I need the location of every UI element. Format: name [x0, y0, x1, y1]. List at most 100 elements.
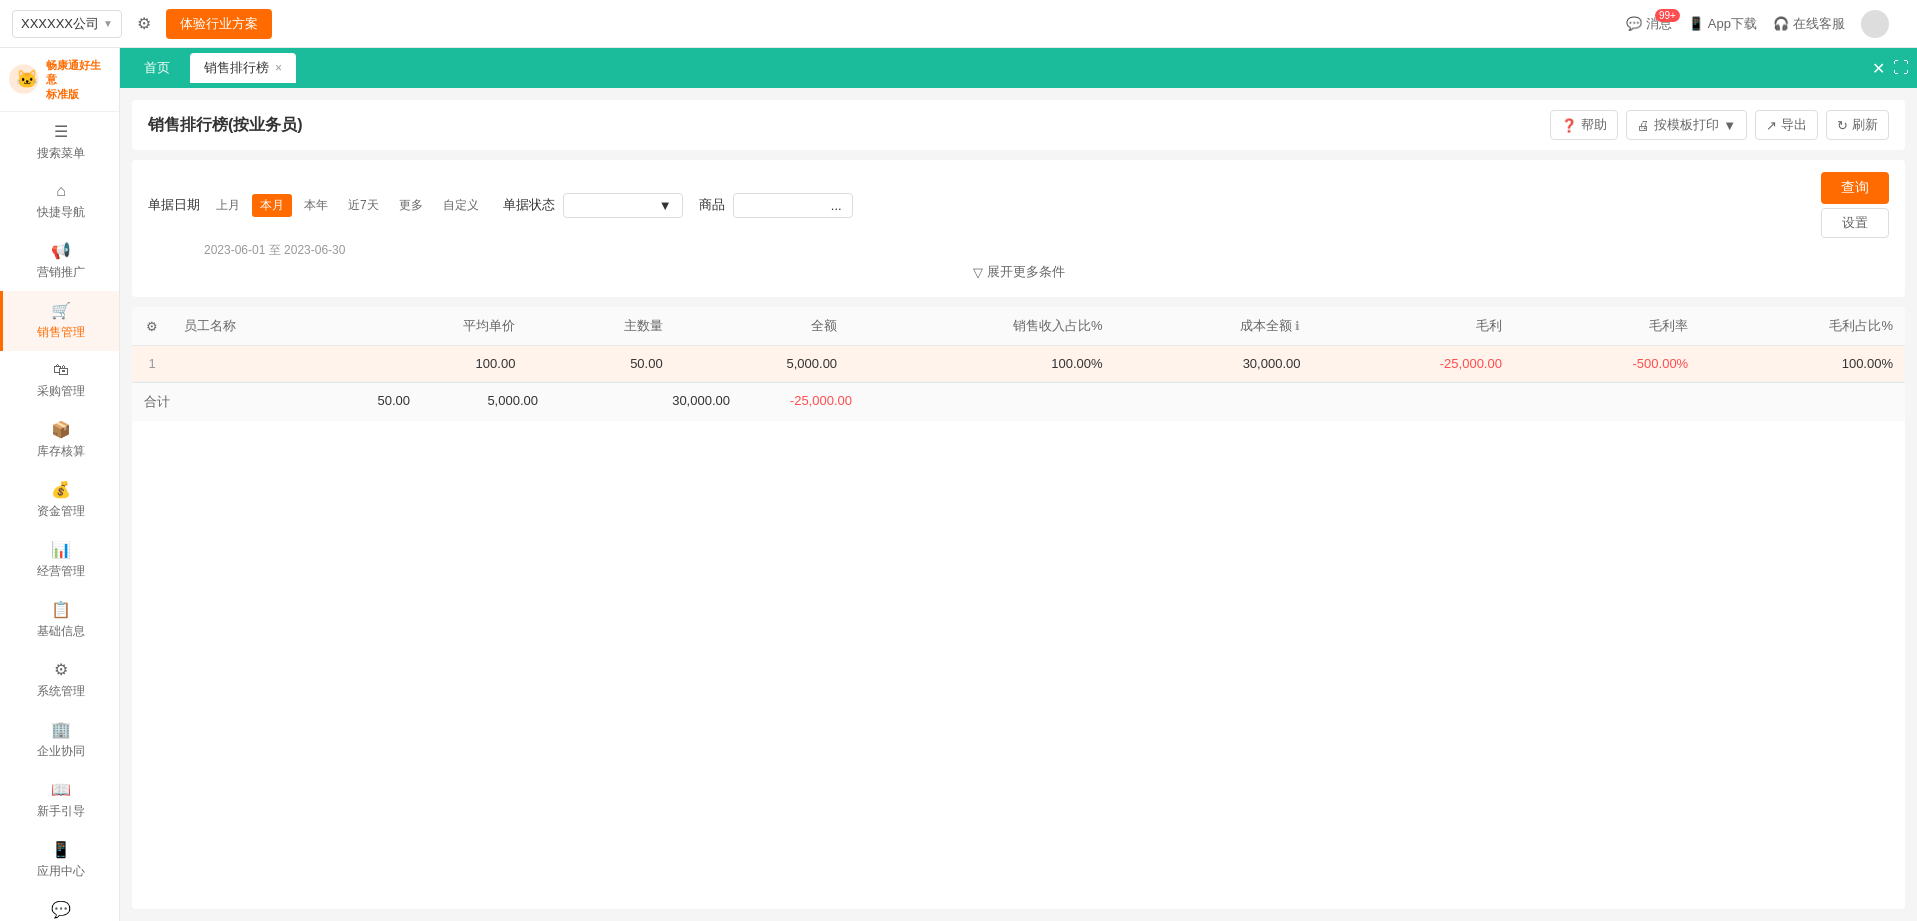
tab-bar: 首页 销售排行榜 × ✕ ⛶: [120, 48, 1917, 88]
sidebar-item-basic-info[interactable]: 📋 基础信息: [0, 590, 119, 650]
inventory-icon: 📦: [51, 420, 71, 439]
tab-close-icon[interactable]: ×: [275, 61, 282, 75]
guide-icon: 📖: [51, 780, 71, 799]
sidebar-item-quick-nav[interactable]: ⌂ 快捷导航: [0, 172, 119, 231]
date-tab-last-month[interactable]: 上月: [208, 194, 248, 217]
filter-actions: 查询 设置: [1821, 172, 1889, 238]
company-selector[interactable]: XXXXXX公司 ▼: [12, 10, 122, 38]
app-download-button[interactable]: 📱 App下载: [1688, 15, 1757, 33]
page-header: 销售排行榜(按业务员) ❓ 帮助 🖨 按模板打印 ▼ ↗ 导出: [132, 100, 1905, 150]
notification-button[interactable]: 💬 消息 99+: [1626, 15, 1672, 33]
trial-button[interactable]: 体验行业方案: [166, 9, 272, 39]
sidebar-item-inventory[interactable]: 📦 库存核算: [0, 410, 119, 470]
online-service-label: 在线客服: [1793, 15, 1845, 33]
tab-expand-icon[interactable]: ⛶: [1893, 59, 1909, 78]
enterprise-icon: 🏢: [51, 720, 71, 739]
cell-rank: 1: [132, 346, 172, 382]
help-label: 帮助: [1581, 116, 1607, 134]
col-cost: 成本全额 ℹ: [1115, 307, 1313, 346]
wechat-icon: 💬: [51, 900, 71, 919]
logo-icon: 🐱: [8, 63, 40, 95]
sidebar-item-app-center[interactable]: 📱 应用中心: [0, 830, 119, 890]
goods-select[interactable]: ...: [733, 193, 853, 218]
help-icon: ❓: [1561, 118, 1577, 133]
export-button[interactable]: ↗ 导出: [1755, 110, 1818, 140]
tab-close-window-icon[interactable]: ✕: [1872, 59, 1885, 78]
sidebar-item-guide[interactable]: 📖 新手引导: [0, 770, 119, 830]
cell-gross-ratio: 100.00%: [1700, 346, 1905, 382]
date-tab-7days[interactable]: 近7天: [340, 194, 387, 217]
sidebar-item-system[interactable]: ⚙ 系统管理: [0, 650, 119, 710]
goods-select-more: ...: [831, 198, 842, 213]
operations-icon: 📊: [51, 540, 71, 559]
footer-gross-profit: -25,000.00: [772, 393, 852, 411]
content-area: 首页 销售排行榜 × ✕ ⛶ 销售排行榜(按业务员) ❓ 帮助: [120, 48, 1917, 921]
date-tab-custom[interactable]: 自定义: [435, 194, 487, 217]
template-print-button[interactable]: 🖨 按模板打印 ▼: [1626, 110, 1747, 140]
sidebar-label-purchase: 采购管理: [37, 383, 85, 400]
finance-icon: 💰: [51, 480, 71, 499]
sales-icon: 🛒: [51, 301, 71, 320]
help-button[interactable]: ❓ 帮助: [1550, 110, 1618, 140]
search-icon: ☰: [54, 122, 68, 141]
tab-home[interactable]: 首页: [128, 53, 186, 83]
sidebar-item-wechat[interactable]: 💬 企业微信: [0, 890, 119, 921]
footer-label: 合计: [144, 393, 170, 411]
expand-more-button[interactable]: ▽ 展开更多条件: [148, 259, 1889, 285]
date-tab-more[interactable]: 更多: [391, 194, 431, 217]
date-tab-this-year[interactable]: 本年: [296, 194, 336, 217]
svg-text:🐱: 🐱: [16, 68, 39, 90]
export-label: 导出: [1781, 116, 1807, 134]
col-total: 全额: [675, 307, 849, 346]
system-icon: ⚙: [54, 660, 68, 679]
sidebar-item-operations[interactable]: 📊 经营管理: [0, 530, 119, 590]
sidebar-label-guide: 新手引导: [37, 803, 85, 820]
sidebar-label-system: 系统管理: [37, 683, 85, 700]
company-name: XXXXXX公司: [21, 15, 99, 33]
footer-quantity: 50.00: [330, 393, 410, 411]
date-tab-this-month[interactable]: 本月: [252, 194, 292, 217]
sidebar-label-app-center: 应用中心: [37, 863, 85, 880]
sidebar-item-finance[interactable]: 💰 资金管理: [0, 470, 119, 530]
cell-avg-price: 100.00: [350, 346, 528, 382]
sidebar-label-sales: 销售管理: [37, 324, 85, 341]
col-settings[interactable]: ⚙: [132, 307, 172, 346]
sidebar-label-basic-info: 基础信息: [37, 623, 85, 640]
sidebar-label-enterprise: 企业协同: [37, 743, 85, 760]
refresh-button[interactable]: ↻ 刷新: [1826, 110, 1889, 140]
status-select-chevron: ▼: [659, 198, 672, 213]
filter-settings-button[interactable]: 设置: [1821, 208, 1889, 238]
sidebar-item-search[interactable]: ☰ 搜索菜单: [0, 112, 119, 172]
col-gross-rate: 毛利率: [1514, 307, 1700, 346]
page-content: 销售排行榜(按业务员) ❓ 帮助 🖨 按模板打印 ▼ ↗ 导出: [120, 88, 1917, 921]
col-gross-profit: 毛利: [1312, 307, 1513, 346]
footer-cost: 30,000.00: [650, 393, 730, 411]
header-settings-icon[interactable]: ⚙: [130, 10, 158, 38]
sidebar-label-marketing: 营销推广: [37, 264, 85, 281]
col-sales-ratio: 销售收入占比%: [849, 307, 1115, 346]
expand-label: 展开更多条件: [987, 263, 1065, 281]
cost-info-icon[interactable]: ℹ: [1295, 319, 1300, 333]
online-service-button[interactable]: 🎧 在线客服: [1773, 15, 1845, 33]
query-button[interactable]: 查询: [1821, 172, 1889, 204]
sidebar-item-purchase[interactable]: 🛍 采购管理: [0, 351, 119, 410]
phone-icon: 📱: [1688, 16, 1704, 31]
sidebar-item-marketing[interactable]: 📢 营销推广: [0, 231, 119, 291]
sidebar-label-inventory: 库存核算: [37, 443, 85, 460]
sidebar-item-enterprise[interactable]: 🏢 企业协同: [0, 710, 119, 770]
avatar[interactable]: [1861, 10, 1889, 38]
table-footer: 合计 50.00 5,000.00 30,000.00 -25,000.00: [132, 382, 1905, 421]
cell-gross-profit: -25,000.00: [1312, 346, 1513, 382]
main-layout: 🐱 畅康通好生意 标准版 ☰ 搜索菜单 ⌂ 快捷导航 📢 营销推广 🛒 销售管理…: [0, 48, 1917, 921]
refresh-label: 刷新: [1852, 116, 1878, 134]
cell-gross-rate: -500.00%: [1514, 346, 1700, 382]
chat-icon: 💬: [1626, 16, 1642, 31]
date-tabs: 上月 本月 本年 近7天 更多 自定义: [208, 194, 487, 217]
tab-sales-rank[interactable]: 销售排行榜 ×: [190, 53, 296, 83]
sidebar: 🐱 畅康通好生意 标准版 ☰ 搜索菜单 ⌂ 快捷导航 📢 营销推广 🛒 销售管理…: [0, 48, 120, 921]
sidebar-item-sales[interactable]: 🛒 销售管理: [0, 291, 119, 351]
page-title: 销售排行榜(按业务员): [148, 115, 303, 136]
date-filter-label: 单据日期: [148, 196, 200, 214]
app-download-label: App下载: [1708, 15, 1757, 33]
status-select[interactable]: ▼: [563, 193, 683, 218]
